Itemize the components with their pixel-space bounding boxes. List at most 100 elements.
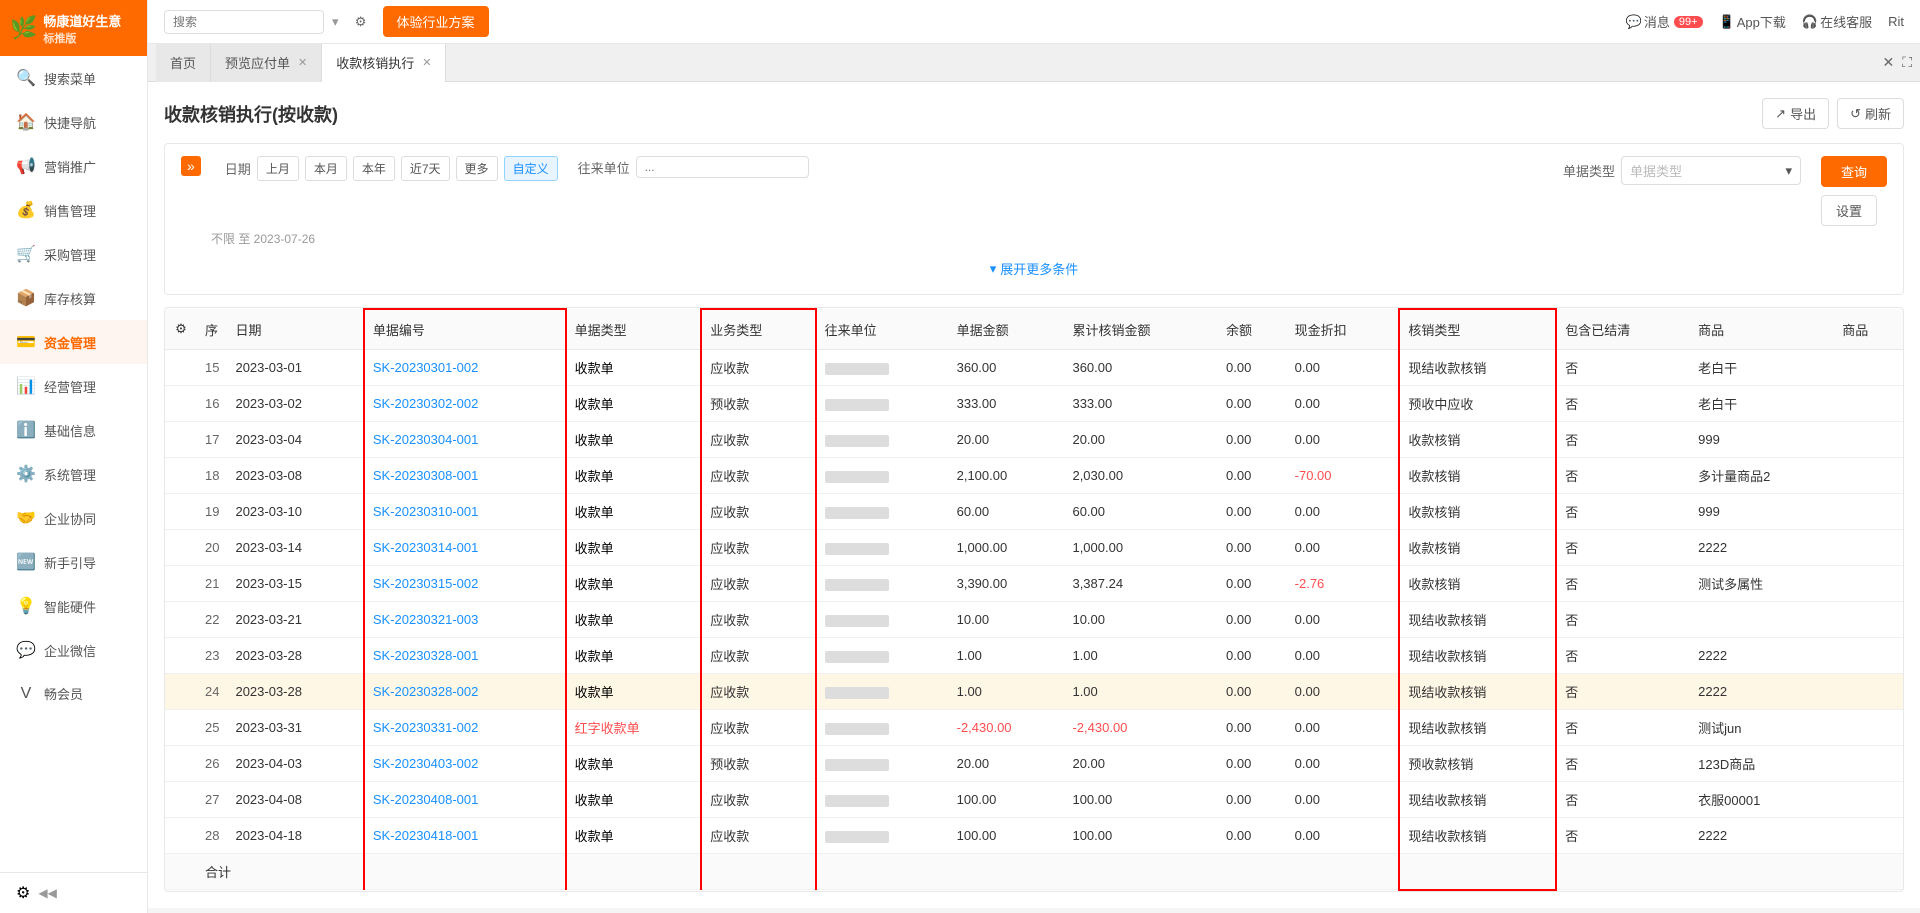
row-doc-no: SK-20230308-001	[364, 458, 566, 494]
setting-button[interactable]: 设置	[1821, 195, 1877, 226]
table-body: 15 2023-03-01 SK-20230301-002 收款单 应收款 36…	[165, 350, 1903, 854]
sidebar-item-search[interactable]: 🔍搜索菜单	[0, 56, 147, 100]
export-button[interactable]: ↗ 导出	[1762, 98, 1829, 129]
row-doc-no: SK-20230328-002	[364, 674, 566, 710]
expand-more-btn[interactable]: ▾ 展开更多条件	[990, 259, 1079, 278]
solution-button[interactable]: 体验行业方案	[383, 6, 489, 37]
tab-home[interactable]: 首页	[156, 44, 211, 82]
doc-no-link[interactable]: SK-20230331-002	[373, 720, 479, 735]
row-num: 20	[197, 530, 227, 566]
row-balance: 0.00	[1218, 422, 1287, 458]
partner-input[interactable]	[645, 160, 800, 174]
th-settings[interactable]: ⚙	[165, 309, 197, 350]
row-doc-no: SK-20230302-002	[364, 386, 566, 422]
tab-pending-close[interactable]: ✕	[298, 56, 307, 69]
row-writeoff-type: 现结收款核销	[1399, 782, 1556, 818]
topbar-right: 💬 消息 99+ 📱 App下载 🎧 在线客服 Rit	[1626, 12, 1904, 31]
doc-no-link[interactable]: SK-20230302-002	[373, 396, 479, 411]
table-row: 28 2023-04-18 SK-20230418-001 收款单 应收款 10…	[165, 818, 1903, 854]
doc-no-link[interactable]: SK-20230301-002	[373, 360, 479, 375]
dropdown-icon[interactable]: ▾	[332, 14, 339, 30]
footer-settings	[165, 854, 197, 890]
date-custom-btn[interactable]: 自定义	[504, 156, 558, 181]
doc-no-link[interactable]: SK-20230308-001	[373, 468, 479, 483]
query-button[interactable]: 查询	[1821, 156, 1887, 187]
row-writeoff-amount: 1.00	[1064, 638, 1218, 674]
doc-no-link[interactable]: SK-20230304-001	[373, 432, 479, 447]
row-cash-discount: 0.00	[1287, 530, 1400, 566]
collapse-icon[interactable]: ◀◀	[38, 886, 56, 900]
date-cur-month-btn[interactable]: 本月	[305, 156, 347, 181]
row-product	[1690, 602, 1834, 638]
tab-writeoff[interactable]: 收款核销执行 ✕	[322, 44, 446, 82]
date-prev-month-btn[interactable]: 上月	[257, 156, 299, 181]
online-support[interactable]: 🎧 在线客服	[1802, 12, 1872, 31]
row-writeoff-amount: 10.00	[1064, 602, 1218, 638]
sidebar-item-guide[interactable]: 🆕新手引导	[0, 540, 147, 584]
app-download[interactable]: 📱 App下载	[1719, 12, 1786, 31]
tab-writeoff-close[interactable]: ✕	[422, 56, 431, 69]
sidebar-item-hardware[interactable]: 💡智能硬件	[0, 584, 147, 628]
row-biz-type: 应收款	[701, 422, 815, 458]
sidebar-item-sales[interactable]: 💰销售管理	[0, 188, 147, 232]
row-product: 多计量商品2	[1690, 458, 1834, 494]
sidebar-item-corp[interactable]: 🤝企业协同	[0, 496, 147, 540]
doc-no-link[interactable]: SK-20230310-001	[373, 504, 479, 519]
doc-type-select[interactable]: 单据类型 ▾	[1621, 156, 1801, 185]
doc-no-link[interactable]: SK-20230328-001	[373, 648, 479, 663]
row-product: 999	[1690, 494, 1834, 530]
sidebar-item-finance[interactable]: 💳资金管理	[0, 320, 147, 364]
sidebar-item-purchase[interactable]: 🛒采购管理	[0, 232, 147, 276]
date-cur-year-btn[interactable]: 本年	[353, 156, 395, 181]
doc-no-link[interactable]: SK-20230314-001	[373, 540, 479, 555]
sidebar-item-operations[interactable]: 📊经营管理	[0, 364, 147, 408]
doc-no-link[interactable]: SK-20230315-002	[373, 576, 479, 591]
row-product: 2222	[1690, 674, 1834, 710]
row-writeoff-amount: 20.00	[1064, 422, 1218, 458]
row-doc-amount: 100.00	[949, 782, 1065, 818]
table-row: 19 2023-03-10 SK-20230310-001 收款单 应收款 60…	[165, 494, 1903, 530]
doc-no-link[interactable]: SK-20230321-003	[373, 612, 479, 627]
doc-no-link[interactable]: SK-20230408-001	[373, 792, 479, 807]
row-doc-amount: 20.00	[949, 422, 1065, 458]
row-doc-amount: 60.00	[949, 494, 1065, 530]
row-doc-amount: 100.00	[949, 818, 1065, 854]
date-more-btn[interactable]: 更多	[456, 156, 498, 181]
row-biz-type: 预收款	[701, 386, 815, 422]
settings-icon[interactable]: ⚙	[16, 883, 30, 903]
row-product2	[1834, 710, 1903, 746]
sidebar-item-system[interactable]: ⚙️系统管理	[0, 452, 147, 496]
partner-input-wrap[interactable]	[636, 156, 809, 178]
tab-pending[interactable]: 预览应付单 ✕	[211, 44, 322, 82]
doc-no-link[interactable]: SK-20230328-002	[373, 684, 479, 699]
th-include-settled: 包含已结清	[1556, 309, 1690, 350]
sidebar-item-inventory[interactable]: 📦库存核算	[0, 276, 147, 320]
gear-icon[interactable]: ⚙	[347, 8, 375, 36]
row-include-settled: 否	[1556, 494, 1690, 530]
row-writeoff-amount: 333.00	[1064, 386, 1218, 422]
sidebar-item-marketing[interactable]: 📢营销推广	[0, 144, 147, 188]
messages-section[interactable]: 💬 消息 99+	[1626, 12, 1703, 31]
row-cash-discount: -70.00	[1287, 458, 1400, 494]
fullscreen-btn[interactable]: ⛶	[1902, 54, 1912, 71]
close-tab-btn[interactable]: ✕	[1882, 54, 1894, 71]
filter-expand-toggle[interactable]: »	[181, 156, 201, 176]
row-balance: 0.00	[1218, 710, 1287, 746]
sidebar-item-quicknav[interactable]: 🏠快捷导航	[0, 100, 147, 144]
refresh-button[interactable]: ↺ 刷新	[1837, 98, 1904, 129]
doc-no-link[interactable]: SK-20230403-002	[373, 756, 479, 771]
sidebar-item-wechat[interactable]: 💬企业微信	[0, 628, 147, 672]
row-doc-type: 收款单	[566, 458, 702, 494]
sidebar-item-member[interactable]: V畅会员	[0, 672, 147, 715]
row-product2	[1834, 386, 1903, 422]
search-input[interactable]	[164, 10, 324, 34]
doc-no-link[interactable]: SK-20230418-001	[373, 828, 479, 843]
table-row: 15 2023-03-01 SK-20230301-002 收款单 应收款 36…	[165, 350, 1903, 386]
row-num: 18	[197, 458, 227, 494]
date-7days-btn[interactable]: 近7天	[401, 156, 450, 181]
footer-doc-type	[566, 854, 702, 890]
sidebar-item-basic[interactable]: ℹ️基础信息	[0, 408, 147, 452]
row-balance: 0.00	[1218, 674, 1287, 710]
row-product2	[1834, 674, 1903, 710]
user-name[interactable]: Rit	[1888, 14, 1904, 29]
